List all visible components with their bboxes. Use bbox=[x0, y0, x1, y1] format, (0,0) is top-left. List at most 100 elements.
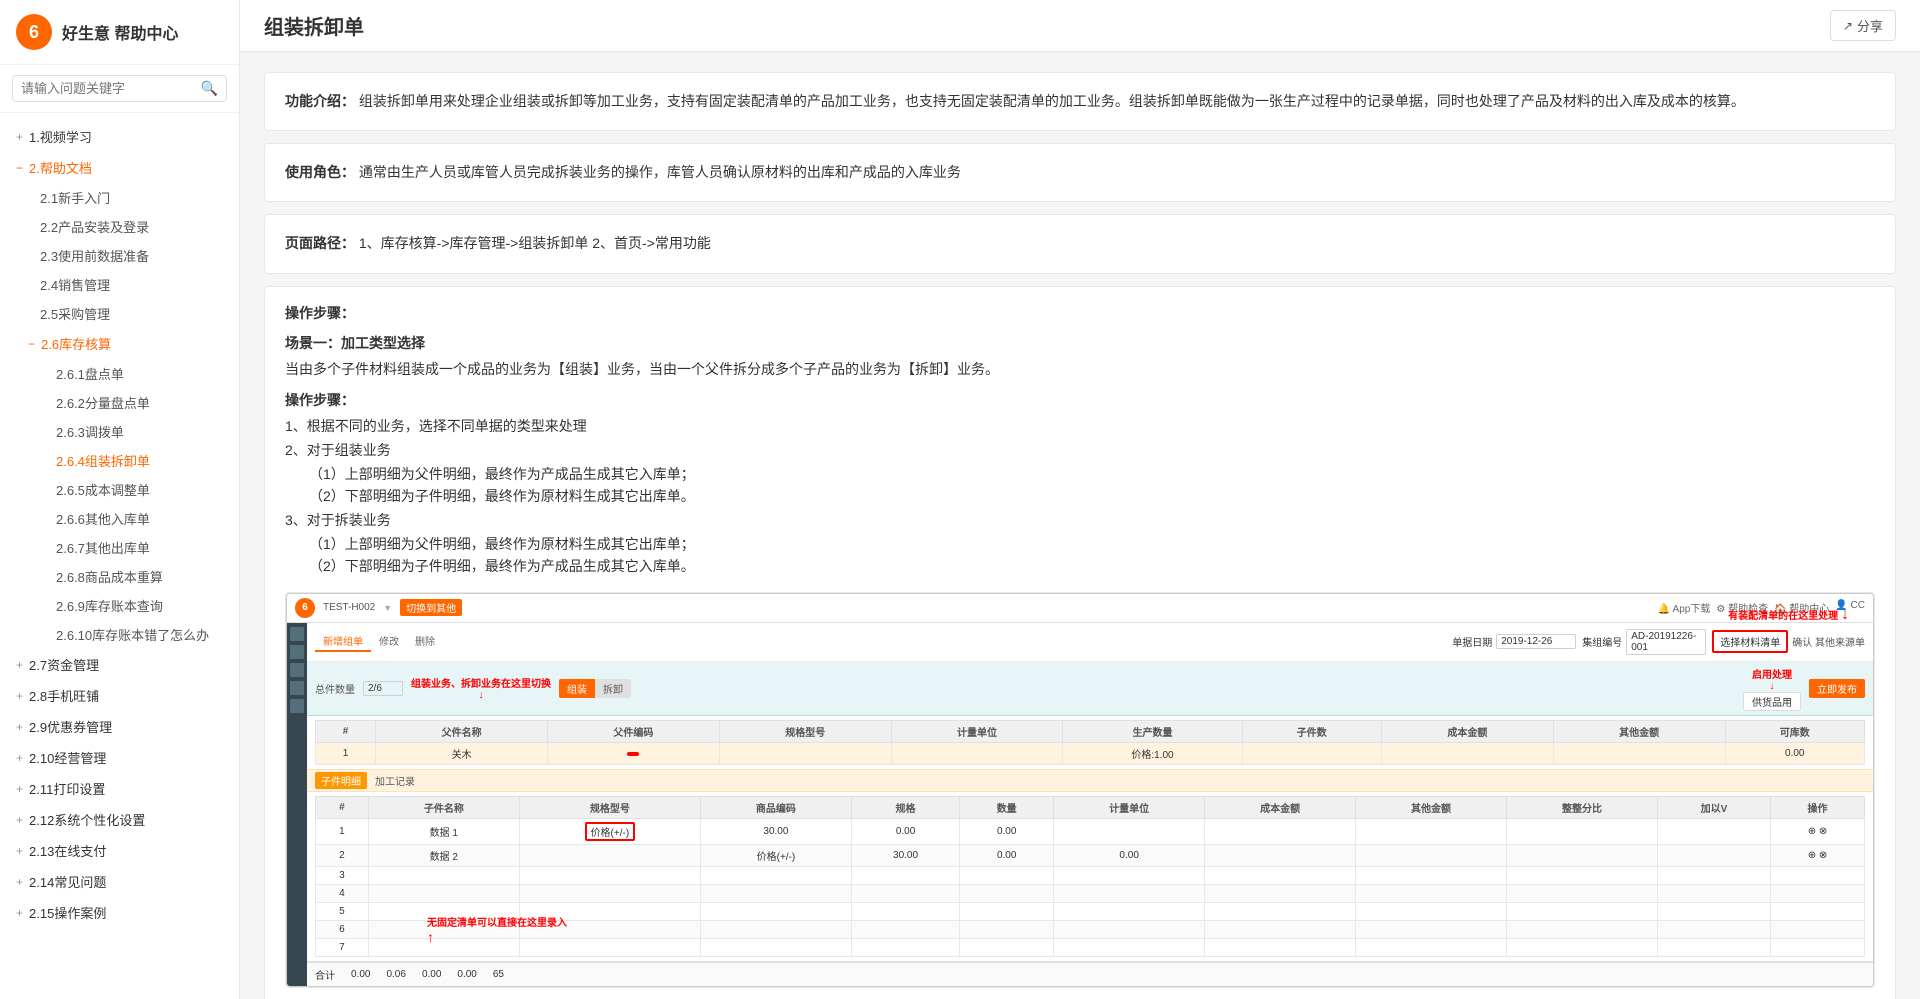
sidebar-item-video[interactable]: + 1.视频学习 bbox=[0, 121, 239, 152]
sidebar-item-stock-query[interactable]: 2.6.9库存账本查询 bbox=[0, 591, 239, 620]
expand-icon: + bbox=[16, 689, 23, 703]
sidebar-item-stock-adjust[interactable]: 2.6.3调拨单 bbox=[0, 417, 239, 446]
sidebar-item-custom[interactable]: + 2.12系统个性化设置 bbox=[0, 804, 239, 835]
app-orange-tag: 切换到其他 bbox=[400, 599, 462, 616]
sidebar-item-faq[interactable]: + 2.14常见问题 bbox=[0, 866, 239, 897]
step3-sub: （1）上部明细为父件明细，最终作为原材料生成其它出库单； （2）下部明细为子件明… bbox=[285, 534, 1875, 576]
sidebar-item-label: 2.10经营管理 bbox=[29, 748, 106, 767]
sidebar-item-ops[interactable]: + 2.10经营管理 bbox=[0, 742, 239, 773]
confirm-btn[interactable]: 立即发布 bbox=[1809, 679, 1865, 698]
sidebar-item-print[interactable]: + 2.11打印设置 bbox=[0, 773, 239, 804]
order-input[interactable]: AD-20191226-001 bbox=[1626, 629, 1706, 655]
sidebar-item-stock-cost[interactable]: 2.6.5成本调整单 bbox=[0, 475, 239, 504]
annotation-2: 组装业务、拆卸业务在这里切换 bbox=[411, 675, 551, 690]
step-3: 3、对于拆装业务 bbox=[285, 510, 1875, 530]
site-name: 好生意 帮助中心 bbox=[62, 20, 178, 44]
sidebar-item-coupon[interactable]: + 2.9优惠券管理 bbox=[0, 711, 239, 742]
expand-icon: + bbox=[16, 906, 23, 920]
tab-edit[interactable]: 修改 bbox=[371, 631, 407, 652]
choose-bill-btn[interactable]: 选择材料清单 bbox=[1712, 630, 1788, 653]
sidebar-item-stock-cost-reset[interactable]: 2.6.8商品成本重算 bbox=[0, 562, 239, 591]
fake-action-bar: 总件数量 2/6 组装业务、拆卸业务在这里切换 ↓ 组装 bbox=[307, 662, 1873, 716]
left-icon-1 bbox=[290, 627, 304, 641]
op-steps-title: 操作步骤： bbox=[285, 303, 1875, 323]
parent-code-highlight[interactable] bbox=[627, 752, 639, 756]
path-text: 1、库存核算->库存管理->组装拆卸单 2、首页->常用功能 bbox=[359, 235, 711, 251]
search-box[interactable]: 🔍 bbox=[12, 75, 227, 102]
sidebar-item-stock-other-out[interactable]: 2.6.7其他出库单 bbox=[0, 533, 239, 562]
op-steps2-title: 操作步骤： bbox=[285, 390, 1875, 410]
sidebar-item-label: 2.9优惠券管理 bbox=[29, 717, 112, 736]
fake-app-topbar: 6 TEST-H002 ▼ 切换到其他 🔔 App下载 ⚙ 帮助检查 🏠 帮助中… bbox=[287, 594, 1873, 623]
expand-icon: + bbox=[16, 130, 23, 144]
sidebar-item-docs[interactable]: − 2.帮助文档 bbox=[0, 152, 239, 183]
left-icon-5 bbox=[290, 699, 304, 713]
step-1: 1、根据不同的业务，选择不同单据的类型来处理 bbox=[285, 416, 1875, 436]
share-label: 分享 bbox=[1857, 16, 1883, 35]
step-3-1: （1）上部明细为父件明细，最终作为原材料生成其它出库单； bbox=[309, 534, 1875, 554]
sidebar-item-label: 2.15操作案例 bbox=[29, 903, 106, 922]
sidebar-item-stock-error[interactable]: 2.6.10库存账本错了怎么办 bbox=[0, 620, 239, 649]
share-button[interactable]: ↗ 分享 bbox=[1830, 10, 1896, 41]
search-input[interactable] bbox=[21, 81, 201, 96]
role-label: 使用角色： bbox=[285, 164, 355, 180]
search-icon: 🔍 bbox=[201, 80, 218, 97]
toggle-disassemble[interactable]: 拆卸 bbox=[595, 679, 631, 698]
sidebar-item-purchase[interactable]: 2.5采购管理 bbox=[0, 299, 239, 328]
sidebar-item-stock[interactable]: − 2.6库存核算 bbox=[0, 328, 239, 359]
function-intro-label: 功能介绍： bbox=[285, 93, 355, 109]
scene1-desc: 当由多个子件材料组装成一个成品的业务为【组装】业务，当由一个父件拆分成多个子产品… bbox=[285, 357, 1875, 382]
footer-val-3: 0.00 bbox=[422, 969, 441, 980]
sidebar-item-stock-point[interactable]: 2.6.1盘点单 bbox=[0, 359, 239, 388]
sidebar-item-label: 2.14常见问题 bbox=[29, 872, 106, 891]
role-card: 使用角色： 通常由生产人员或库管人员完成拆装业务的操作，库管人员确认原材料的出库… bbox=[264, 143, 1896, 202]
sidebar-item-stock-assemble[interactable]: 2.6.4组装拆卸单 bbox=[0, 446, 239, 475]
sidebar-item-install[interactable]: 2.2产品安装及登录 bbox=[0, 212, 239, 241]
sidebar-item-finance[interactable]: + 2.7资金管理 bbox=[0, 649, 239, 680]
path-card: 页面路径： 1、库存核算->库存管理->组装拆卸单 2、首页->常用功能 bbox=[264, 214, 1896, 273]
logo-area: 6 好生意 帮助中心 bbox=[0, 0, 239, 65]
sidebar-item-stock-partial[interactable]: 2.6.2分量盘点单 bbox=[0, 388, 239, 417]
left-icon-3 bbox=[290, 663, 304, 677]
enable-input[interactable]: 供货品用 bbox=[1743, 692, 1801, 711]
toggle-assemble[interactable]: 组装 bbox=[559, 679, 595, 698]
expand-icon: + bbox=[16, 751, 23, 765]
annotation-4: 无固定清单可以直接在这里录入 ↑ bbox=[427, 914, 567, 945]
top-bar: 组装拆卸单 ↗ 分享 bbox=[240, 0, 1920, 52]
date-input[interactable]: 2019-12-26 bbox=[1496, 634, 1576, 649]
sidebar-item-label: 1.视频学习 bbox=[29, 127, 92, 146]
sub-code-highlight[interactable]: 价格(+/-) bbox=[585, 822, 636, 841]
sidebar-item-payment[interactable]: + 2.13在线支付 bbox=[0, 835, 239, 866]
collapse-icon-stock: − bbox=[28, 337, 35, 351]
sidebar-item-new[interactable]: 2.1新手入门 bbox=[0, 183, 239, 212]
function-intro-text: 组装拆卸单用来处理企业组装或拆卸等加工业务，支持有固定装配清单的产品加工业务，也… bbox=[359, 93, 1745, 109]
field-order: 集组编号 AD-20191226-001 bbox=[1582, 629, 1706, 655]
left-icon-2 bbox=[290, 645, 304, 659]
left-icon-4 bbox=[290, 681, 304, 695]
footer-label: 合计 bbox=[315, 967, 335, 982]
arrow-up-4: ↑ bbox=[427, 929, 567, 945]
annotation-3: 启用处理 bbox=[1752, 666, 1792, 681]
collapse-icon: − bbox=[16, 161, 23, 175]
footer-val-1: 0.00 bbox=[351, 969, 370, 980]
app-logo-small: 6 bbox=[295, 598, 315, 618]
sidebar-item-cases[interactable]: + 2.15操作案例 bbox=[0, 897, 239, 928]
main-content: 组装拆卸单 ↗ 分享 功能介绍： 组装拆卸单用来处理企业组装或拆卸等加工业务，支… bbox=[240, 0, 1920, 999]
type-toggle: 组装 拆卸 bbox=[559, 679, 631, 698]
parent-table: # 父件名称 父件编码 规格型号 计量单位 生产数量 子件数 成本金额 bbox=[315, 720, 1865, 765]
expand-icon: + bbox=[16, 720, 23, 734]
sidebar-item-label: 2.7资金管理 bbox=[29, 655, 99, 674]
app-id: TEST-H002 bbox=[323, 602, 375, 613]
sidebar-item-label: 2.6库存核算 bbox=[41, 334, 111, 353]
sidebar-item-mobile[interactable]: + 2.8手机旺铺 bbox=[0, 680, 239, 711]
tab-new[interactable]: 新增组单 bbox=[315, 631, 371, 652]
sidebar-item-stock-other-in[interactable]: 2.6.6其他入库单 bbox=[0, 504, 239, 533]
page-title: 组装拆卸单 bbox=[264, 11, 364, 40]
sidebar-item-label: 2.13在线支付 bbox=[29, 841, 106, 860]
tab-delete[interactable]: 删除 bbox=[407, 631, 443, 652]
fake-tabs: 新增组单 修改 删除 bbox=[315, 631, 443, 652]
sidebar-item-prepare[interactable]: 2.3使用前数据准备 bbox=[0, 241, 239, 270]
logo-icon: 6 bbox=[16, 14, 52, 50]
sub-section-label: 子件明细 bbox=[315, 772, 367, 789]
sidebar-item-sales[interactable]: 2.4销售管理 bbox=[0, 270, 239, 299]
